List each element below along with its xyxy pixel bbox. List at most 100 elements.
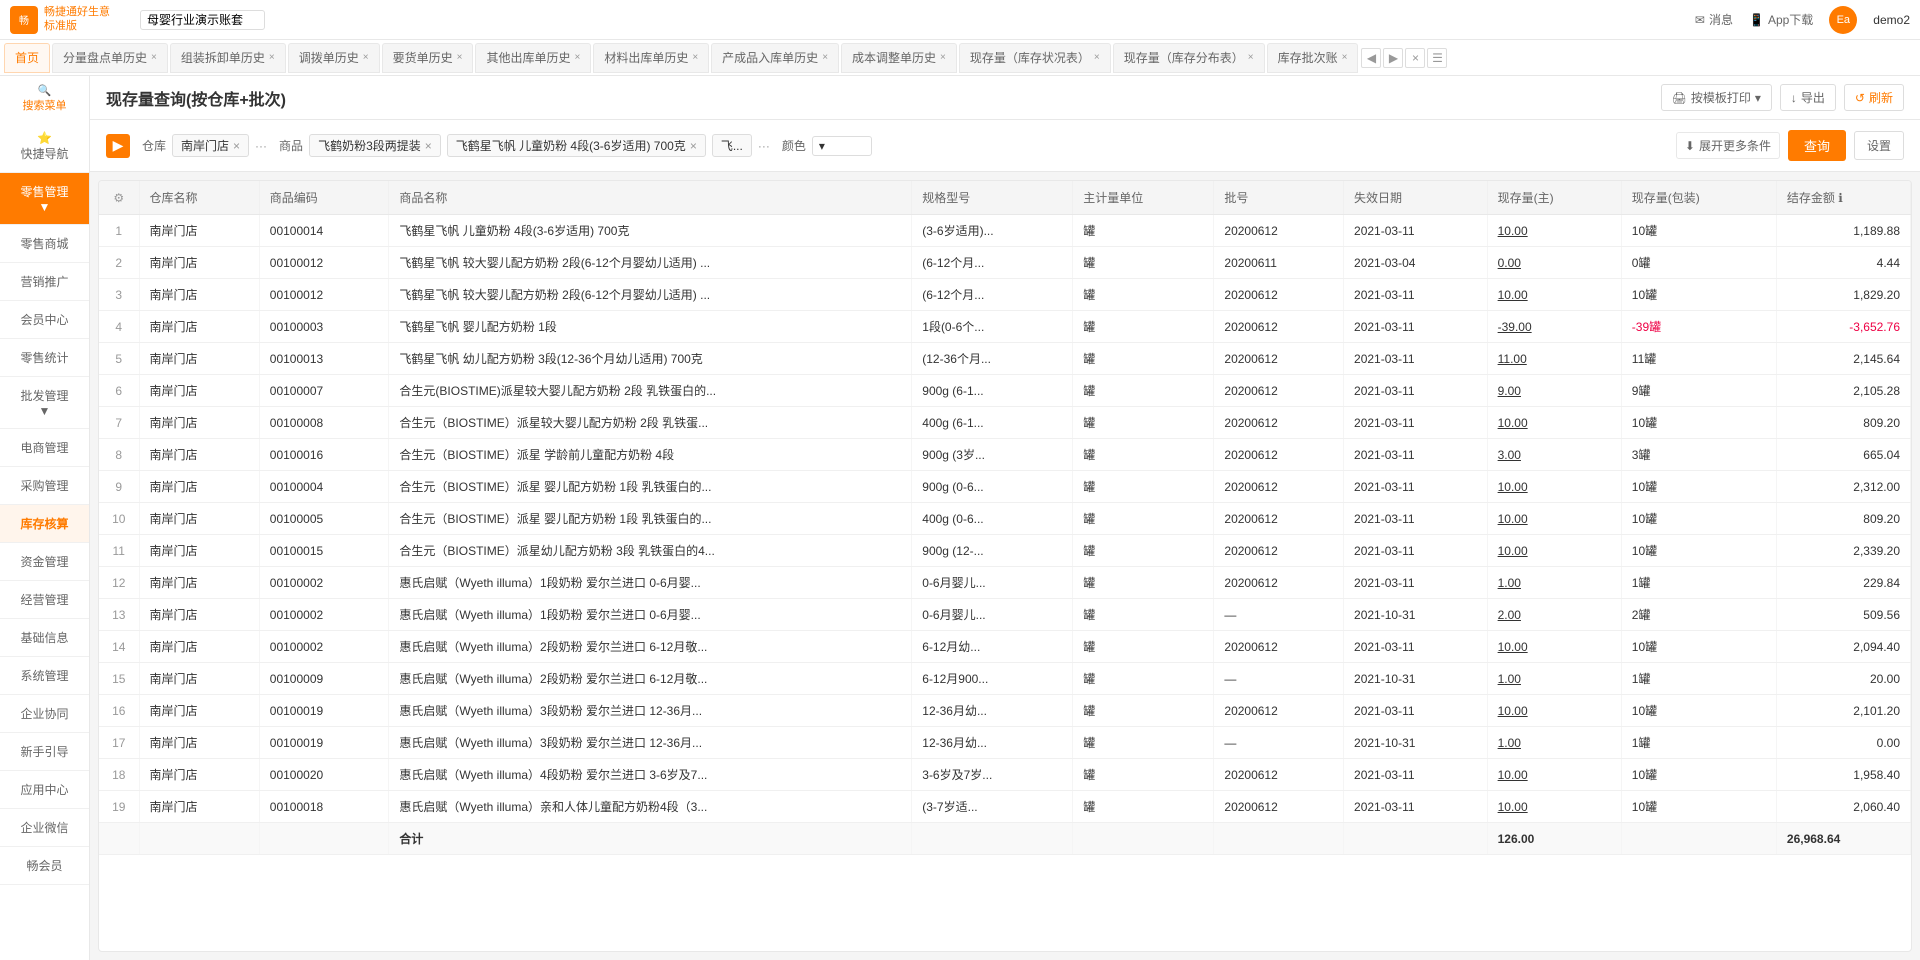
- cell-name: 惠氏启赋（Wyeth illuma）2段奶粉 爱尔兰进口 6-12月敬...: [389, 663, 912, 695]
- sidebar-item-finance[interactable]: 资金管理: [0, 543, 89, 581]
- cell-qty-main[interactable]: 10.00: [1487, 759, 1621, 791]
- setting-btn[interactable]: 设置: [1854, 131, 1904, 160]
- cell-qty-main[interactable]: 9.00: [1487, 375, 1621, 407]
- product-tag-2[interactable]: 飞鹤星飞帆 儿童奶粉 4段(3-6岁适用) 700克 ×: [447, 134, 706, 157]
- tab-close-split-inventory[interactable]: ×: [151, 52, 157, 63]
- sidebar-item-guide[interactable]: 新手引导: [0, 733, 89, 771]
- cell-row-num: 1: [99, 215, 139, 247]
- cell-qty-main[interactable]: 10.00: [1487, 471, 1621, 503]
- tab-requisition[interactable]: 要货单历史 ×: [382, 43, 474, 73]
- tab-close-stock-dist[interactable]: ×: [1248, 52, 1254, 63]
- tab-transfer[interactable]: 调拨单历史 ×: [288, 43, 380, 73]
- sidebar-item-inventory[interactable]: 库存核算: [0, 505, 89, 543]
- product-tag-2-close[interactable]: ×: [690, 139, 697, 153]
- table-settings-icon[interactable]: ⚙: [113, 191, 124, 205]
- sidebar-item-operations[interactable]: 经营管理: [0, 581, 89, 619]
- cell-qty-main[interactable]: 10.00: [1487, 407, 1621, 439]
- logo-icon: 畅: [10, 6, 38, 34]
- tab-stock-status[interactable]: 现存量（库存状况表） ×: [959, 43, 1111, 73]
- cell-qty-main[interactable]: 10.00: [1487, 215, 1621, 247]
- tab-home[interactable]: 首页: [4, 43, 50, 73]
- tab-close-product-in[interactable]: ×: [822, 52, 828, 63]
- sidebar-item-wholesale[interactable]: 批发管理 ▼: [0, 377, 89, 429]
- cell-qty-main[interactable]: 10.00: [1487, 791, 1621, 823]
- sidebar-item-ecommerce[interactable]: 电商管理: [0, 429, 89, 467]
- sidebar-item-retail-stats[interactable]: 零售统计: [0, 339, 89, 377]
- message-btn[interactable]: ✉ 消息: [1695, 11, 1733, 28]
- expand-filter-btn[interactable]: ⬇ 展开更多条件: [1676, 132, 1780, 159]
- tab-product-in[interactable]: 产成品入库单历史 ×: [711, 43, 839, 73]
- sidebar-item-enterprise[interactable]: 企业协同: [0, 695, 89, 733]
- tab-close-batch-voucher[interactable]: ×: [1342, 52, 1348, 63]
- sidebar-item-shortcut[interactable]: ⭐ 快捷导航: [0, 121, 89, 173]
- tab-batch-voucher[interactable]: 库存批次账 ×: [1267, 43, 1359, 73]
- cell-qty-main[interactable]: 3.00: [1487, 439, 1621, 471]
- product-tag-1[interactable]: 飞鹤奶粉3段两提装 ×: [309, 134, 441, 157]
- cell-unit: 罐: [1073, 215, 1214, 247]
- tab-next-btn[interactable]: ▶: [1383, 48, 1403, 68]
- sidebar-item-enterprise-wechat[interactable]: 企业微信: [0, 809, 89, 847]
- table-row: 8 南岸门店 00100016 合生元（BIOSTIME）派星 学龄前儿童配方奶…: [99, 439, 1911, 471]
- warehouse-tag[interactable]: 南岸门店 ×: [172, 134, 249, 157]
- sidebar-item-member[interactable]: 会员中心: [0, 301, 89, 339]
- tab-stock-dist[interactable]: 现存量（库存分布表） ×: [1113, 43, 1265, 73]
- filter-toggle-btn[interactable]: ▶: [106, 134, 130, 158]
- product-tag-3[interactable]: 飞...: [712, 134, 752, 157]
- tab-close-transfer[interactable]: ×: [363, 52, 369, 63]
- refresh-btn[interactable]: ↺ 刷新: [1844, 84, 1904, 111]
- cell-qty-main[interactable]: 10.00: [1487, 503, 1621, 535]
- sidebar-item-retail-shop[interactable]: 零售商城: [0, 225, 89, 263]
- tab-close-stock-status[interactable]: ×: [1094, 52, 1100, 63]
- tab-close-all-btn[interactable]: ×: [1405, 48, 1425, 68]
- product-more-btn[interactable]: ···: [758, 139, 770, 153]
- cell-qty-main[interactable]: 1.00: [1487, 727, 1621, 759]
- sidebar-item-system[interactable]: 系统管理: [0, 657, 89, 695]
- sidebar-item-purchase[interactable]: 采购管理: [0, 467, 89, 505]
- sidebar-item-vip[interactable]: 畅会员: [0, 847, 89, 885]
- tab-prev-btn[interactable]: ◀: [1361, 48, 1381, 68]
- cell-qty-main[interactable]: -39.00: [1487, 311, 1621, 343]
- app-download-btn[interactable]: 📱 App下载: [1749, 11, 1813, 28]
- cell-qty-main[interactable]: 10.00: [1487, 631, 1621, 663]
- sidebar-item-retail[interactable]: 零售管理 ▼: [0, 173, 89, 225]
- cell-code: 00100020: [259, 759, 389, 791]
- cell-row-num: 2: [99, 247, 139, 279]
- tab-close-disassemble[interactable]: ×: [269, 52, 275, 63]
- sidebar-search[interactable]: 🔍 搜索菜单: [0, 76, 89, 121]
- tab-other-out[interactable]: 其他出库单历史 ×: [475, 43, 591, 73]
- tab-close-material-out[interactable]: ×: [692, 52, 698, 63]
- query-btn[interactable]: 查询: [1788, 130, 1846, 161]
- cell-qty-main[interactable]: 1.00: [1487, 663, 1621, 695]
- tab-close-other-out[interactable]: ×: [574, 52, 580, 63]
- user-avatar[interactable]: Ea: [1829, 6, 1857, 34]
- table-row: 18 南岸门店 00100020 惠氏启赋（Wyeth illuma）4段奶粉 …: [99, 759, 1911, 791]
- sidebar-item-basics[interactable]: 基础信息: [0, 619, 89, 657]
- tab-cost-adjust[interactable]: 成本调整单历史 ×: [841, 43, 957, 73]
- tab-menu-btn[interactable]: ☰: [1427, 48, 1447, 68]
- account-select[interactable]: 母婴行业演示账套: [140, 10, 265, 30]
- export-btn[interactable]: ↓ 导出: [1780, 84, 1836, 111]
- cell-qty-main[interactable]: 10.00: [1487, 535, 1621, 567]
- tab-close-cost-adjust[interactable]: ×: [940, 52, 946, 63]
- warehouse-tag-close[interactable]: ×: [233, 139, 240, 153]
- cell-qty-main[interactable]: 2.00: [1487, 599, 1621, 631]
- warehouse-more-btn[interactable]: ···: [255, 139, 267, 153]
- cell-qty-main[interactable]: 1.00: [1487, 567, 1621, 599]
- cell-qty-main[interactable]: 10.00: [1487, 695, 1621, 727]
- print-btn[interactable]: 🖨 按模板打印 ▾: [1661, 84, 1772, 111]
- product-tag-1-close[interactable]: ×: [425, 139, 432, 153]
- cell-amount: 1,189.88: [1776, 215, 1910, 247]
- tab-material-out[interactable]: 材料出库单历史 ×: [593, 43, 709, 73]
- cell-qty-main[interactable]: 10.00: [1487, 279, 1621, 311]
- sidebar-item-app-center[interactable]: 应用中心: [0, 771, 89, 809]
- cell-qty-main[interactable]: 0.00: [1487, 247, 1621, 279]
- tab-split-inventory[interactable]: 分量盘点单历史 ×: [52, 43, 168, 73]
- cell-row-num: 18: [99, 759, 139, 791]
- color-dropdown[interactable]: ▾: [812, 136, 872, 156]
- sidebar-item-marketing[interactable]: 营销推广: [0, 263, 89, 301]
- tab-disassemble[interactable]: 组装拆卸单历史 ×: [170, 43, 286, 73]
- tab-close-requisition[interactable]: ×: [457, 52, 463, 63]
- footer-empty-4: [912, 823, 1073, 855]
- cell-qty-main[interactable]: 11.00: [1487, 343, 1621, 375]
- th-settings[interactable]: ⚙: [99, 181, 139, 215]
